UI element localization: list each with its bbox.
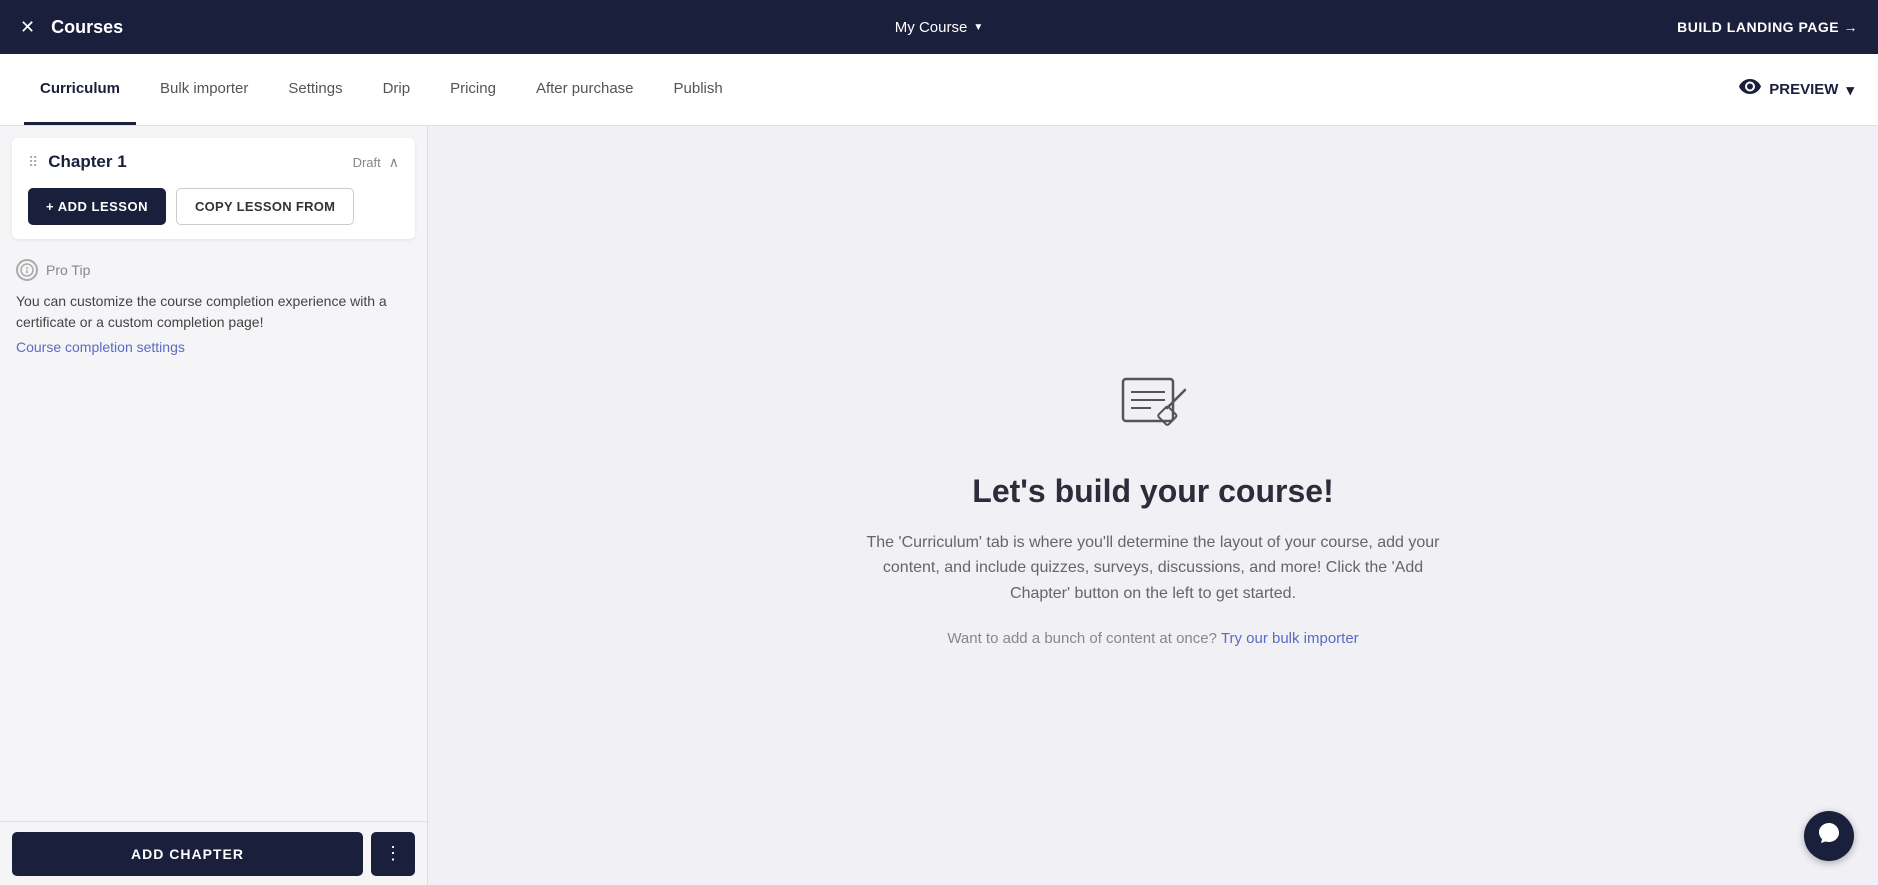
chapter-title: Chapter 1 bbox=[48, 152, 352, 172]
chat-support-button[interactable] bbox=[1804, 811, 1854, 861]
preview-button[interactable]: PREVIEW ▾ bbox=[1739, 79, 1854, 100]
pro-tip-section: Pro Tip You can customize the course com… bbox=[0, 239, 427, 365]
pro-tip-label: Pro Tip bbox=[46, 262, 90, 278]
tab-settings[interactable]: Settings bbox=[272, 54, 358, 125]
preview-label: PREVIEW bbox=[1769, 81, 1838, 98]
add-lesson-button[interactable]: + ADD LESSON bbox=[28, 188, 166, 225]
content-title: Let's build your course! bbox=[972, 473, 1333, 510]
main-layout: ⠿ Chapter 1 Draft ∧ + ADD LESSON COPY LE… bbox=[0, 126, 1878, 885]
sidebar: ⠿ Chapter 1 Draft ∧ + ADD LESSON COPY LE… bbox=[0, 126, 428, 885]
tab-publish[interactable]: Publish bbox=[658, 54, 739, 125]
app-title: Courses bbox=[51, 17, 123, 38]
more-options-button[interactable]: ⋮ bbox=[371, 832, 415, 876]
copy-lesson-from-button[interactable]: COPY LESSON FROM bbox=[176, 188, 354, 225]
build-landing-page-button[interactable]: BUILD LANDING PAGE → bbox=[1677, 19, 1858, 35]
content-area: Let's build your course! The 'Curriculum… bbox=[428, 126, 1878, 885]
course-completion-settings-link[interactable]: Course completion settings bbox=[16, 339, 411, 355]
tab-bar: Curriculum Bulk importer Settings Drip P… bbox=[0, 54, 1878, 126]
tab-pricing[interactable]: Pricing bbox=[434, 54, 512, 125]
tab-list: Curriculum Bulk importer Settings Drip P… bbox=[24, 54, 739, 125]
drag-handle-icon[interactable]: ⠿ bbox=[28, 154, 38, 171]
close-button[interactable]: ✕ bbox=[20, 17, 35, 38]
chapter-header: ⠿ Chapter 1 Draft ∧ bbox=[28, 152, 399, 172]
pro-tip-text: You can customize the course completion … bbox=[16, 291, 411, 333]
tab-drip[interactable]: Drip bbox=[367, 54, 427, 125]
preview-eye-icon bbox=[1739, 79, 1761, 100]
content-description: The 'Curriculum' tab is where you'll det… bbox=[863, 530, 1443, 607]
chapter-actions: + ADD LESSON COPY LESSON FROM bbox=[28, 188, 399, 225]
course-illustration bbox=[1113, 364, 1193, 449]
chat-icon bbox=[1817, 821, 1841, 851]
chapter-item: ⠿ Chapter 1 Draft ∧ + ADD LESSON COPY LE… bbox=[12, 138, 415, 239]
chapter-collapse-icon[interactable]: ∧ bbox=[389, 154, 399, 171]
tab-bulk-importer[interactable]: Bulk importer bbox=[144, 54, 264, 125]
bulk-importer-link[interactable]: Try our bulk importer bbox=[1221, 630, 1359, 647]
preview-dropdown-arrow: ▾ bbox=[1846, 81, 1854, 99]
course-dropdown-arrow: ▼ bbox=[973, 22, 983, 33]
tab-after-purchase[interactable]: After purchase bbox=[520, 54, 650, 125]
tab-curriculum[interactable]: Curriculum bbox=[24, 54, 136, 125]
pro-tip-header: Pro Tip bbox=[16, 259, 411, 281]
sidebar-bottom-bar: ADD CHAPTER ⋮ bbox=[0, 821, 427, 885]
pro-tip-icon bbox=[16, 259, 38, 281]
add-chapter-button[interactable]: ADD CHAPTER bbox=[12, 832, 363, 876]
top-bar: ✕ Courses My Course ▼ BUILD LANDING PAGE… bbox=[0, 0, 1878, 54]
course-selector[interactable]: My Course ▼ bbox=[895, 19, 983, 36]
bulk-import-label: Want to add a bunch of content at once? bbox=[947, 630, 1217, 647]
bulk-import-text: Want to add a bunch of content at once? … bbox=[947, 630, 1358, 647]
course-name: My Course bbox=[895, 19, 968, 36]
chapter-draft-badge: Draft bbox=[353, 155, 381, 170]
